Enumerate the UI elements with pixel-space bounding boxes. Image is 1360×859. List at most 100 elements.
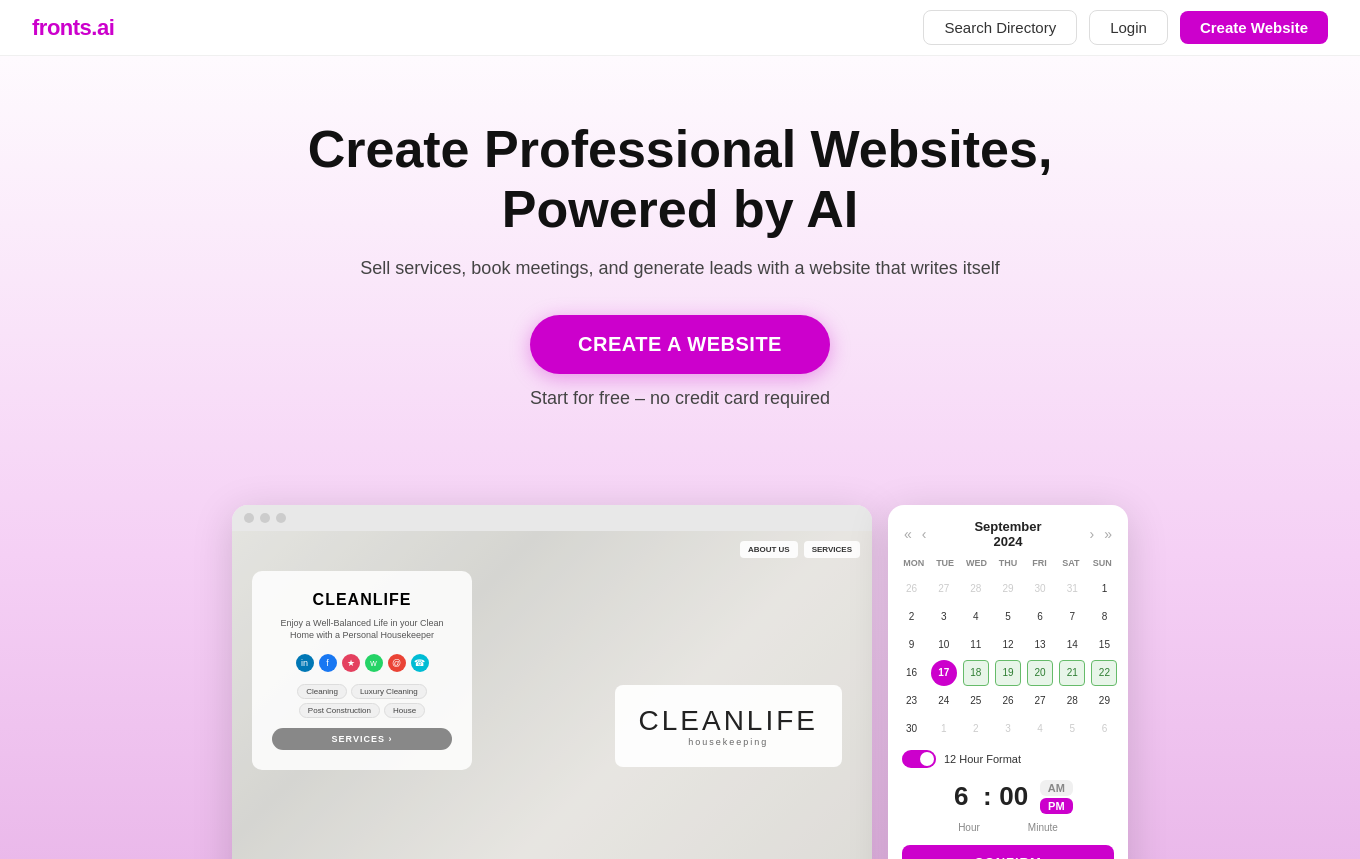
cal-day[interactable]: 24 [931, 688, 957, 714]
login-button[interactable]: Login [1089, 10, 1168, 45]
cal-day[interactable]: 10 [931, 632, 957, 658]
cal-day[interactable]: 30 [899, 716, 925, 742]
preview-navbar: ABOUT US SERVICES [740, 541, 860, 558]
cal-prev-group: « ‹ [900, 524, 930, 544]
instagram-icon: ★ [342, 654, 360, 672]
cal-day[interactable]: 13 [1027, 632, 1053, 658]
website-preview: ABOUT US SERVICES CLEANLIFE Enjoy a Well… [232, 505, 872, 859]
cal-prev-button[interactable]: ‹ [918, 524, 931, 544]
cal-day[interactable]: 7 [1059, 604, 1085, 630]
cal-day[interactable]: 3 [995, 716, 1021, 742]
create-website-nav-button[interactable]: Create Website [1180, 11, 1328, 44]
pm-button[interactable]: PM [1040, 798, 1073, 814]
cal-day[interactable]: 6 [1091, 716, 1117, 742]
cta-subtext: Start for free – no credit card required [20, 388, 1340, 409]
tag-construction: Post Construction [299, 703, 380, 718]
cal-day[interactable]: 1 [1091, 576, 1117, 602]
whatsapp-icon: w [365, 654, 383, 672]
cal-day[interactable]: 31 [1059, 576, 1085, 602]
calendar-week-5: 23 24 25 26 27 28 29 [896, 688, 1120, 714]
cal-day[interactable]: 21 [1059, 660, 1085, 686]
search-directory-button[interactable]: Search Directory [923, 10, 1077, 45]
cal-day[interactable]: 5 [1059, 716, 1085, 742]
cal-day[interactable]: 5 [995, 604, 1021, 630]
cal-day[interactable]: 3 [931, 604, 957, 630]
cal-day[interactable]: 4 [963, 604, 989, 630]
cal-day[interactable]: 14 [1059, 632, 1085, 658]
linkedin-icon: in [296, 654, 314, 672]
cal-day[interactable]: 20 [1027, 660, 1053, 686]
calendar-week-2: 2 3 4 5 6 7 8 [896, 604, 1120, 630]
tag-house: House [384, 703, 425, 718]
cal-day[interactable]: 27 [931, 576, 957, 602]
hero-section: Create Professional Websites, Powered by… [0, 56, 1360, 485]
cal-day[interactable]: 16 [899, 660, 925, 686]
facebook-icon: f [319, 654, 337, 672]
cal-next-button[interactable]: › [1086, 524, 1099, 544]
confirm-button[interactable]: CONFIRM [902, 845, 1114, 859]
time-format-toggle-row: 12 Hour Format [888, 742, 1128, 772]
preview-logo-card: CLEANLIFE housekeeping [615, 685, 843, 767]
tag-cleaning: Cleaning [297, 684, 347, 699]
cal-day[interactable]: 29 [995, 576, 1021, 602]
screenshots-section: ABOUT US SERVICES CLEANLIFE Enjoy a Well… [0, 485, 1360, 859]
cal-day[interactable]: 2 [899, 604, 925, 630]
cal-day[interactable]: 6 [1027, 604, 1053, 630]
calendar-weeks: 26 27 28 29 30 31 1 2 3 4 5 6 7 8 [896, 576, 1120, 742]
cal-day[interactable]: 1 [931, 716, 957, 742]
cal-day[interactable]: 25 [963, 688, 989, 714]
calendar-week-6: 30 1 2 3 4 5 6 [896, 716, 1120, 742]
cal-day[interactable]: 26 [995, 688, 1021, 714]
calendar-preview: « ‹ September 2024 › » MON TUE WED THU F… [888, 505, 1128, 859]
preview-nav-services[interactable]: SERVICES [804, 541, 860, 558]
cal-day[interactable]: 12 [995, 632, 1021, 658]
cal-day[interactable]: 23 [899, 688, 925, 714]
cal-day[interactable]: 19 [995, 660, 1021, 686]
cal-day[interactable]: 28 [963, 576, 989, 602]
toggle-label: 12 Hour Format [944, 753, 1021, 765]
cal-day[interactable]: 22 [1091, 660, 1117, 686]
hero-headline: Create Professional Websites, Powered by… [230, 120, 1130, 240]
time-minute[interactable]: 00 [996, 781, 1032, 812]
browser-bar [232, 505, 872, 531]
mail-icon: @ [388, 654, 406, 672]
cal-prev-prev-button[interactable]: « [900, 524, 916, 544]
panel-socials: in f ★ w @ ☎ [272, 654, 452, 672]
cal-next-next-button[interactable]: » [1100, 524, 1116, 544]
calendar-grid: MON TUE WED THU FRI SAT SUN 26 27 28 29 … [888, 554, 1128, 742]
cta-button[interactable]: CREATE A WEBSITE [530, 315, 830, 374]
cal-day[interactable]: 8 [1091, 604, 1117, 630]
cal-day[interactable]: 11 [963, 632, 989, 658]
panel-tags: Cleaning Luxury Cleaning Post Constructi… [272, 684, 452, 718]
cal-day[interactable]: 28 [1059, 688, 1085, 714]
calendar-month-year: September 2024 [974, 519, 1041, 550]
cal-day[interactable]: 18 [963, 660, 989, 686]
toggle-knob [920, 752, 934, 766]
tag-luxury: Luxury Cleaning [351, 684, 427, 699]
browser-dot-1 [244, 513, 254, 523]
navbar: fronts.ai Search Directory Login Create … [0, 0, 1360, 56]
browser-dot-3 [276, 513, 286, 523]
ampm-group: AM PM [1040, 780, 1073, 814]
cal-next-group: › » [1086, 524, 1116, 544]
calendar-day-headers: MON TUE WED THU FRI SAT SUN [896, 554, 1120, 572]
cal-day-today[interactable]: 17 [931, 660, 957, 686]
panel-desc: Enjoy a Well-Balanced Life in your Clean… [272, 617, 452, 642]
preview-nav-about[interactable]: ABOUT US [740, 541, 798, 558]
time-format-toggle[interactable] [902, 750, 936, 768]
services-button[interactable]: SERVICES › [272, 728, 452, 750]
cal-day[interactable]: 15 [1091, 632, 1117, 658]
preview-left-panel: CLEANLIFE Enjoy a Well-Balanced Life in … [252, 571, 472, 770]
time-hour[interactable]: 6 [943, 781, 979, 812]
logo: fronts.ai [32, 15, 114, 41]
hour-label: Hour [958, 822, 980, 833]
hero-subheadline: Sell services, book meetings, and genera… [20, 258, 1340, 279]
cal-day[interactable]: 4 [1027, 716, 1053, 742]
cal-day[interactable]: 29 [1091, 688, 1117, 714]
cal-day[interactable]: 30 [1027, 576, 1053, 602]
cal-day[interactable]: 26 [899, 576, 925, 602]
am-button[interactable]: AM [1040, 780, 1073, 796]
cal-day[interactable]: 9 [899, 632, 925, 658]
cal-day[interactable]: 27 [1027, 688, 1053, 714]
cal-day[interactable]: 2 [963, 716, 989, 742]
